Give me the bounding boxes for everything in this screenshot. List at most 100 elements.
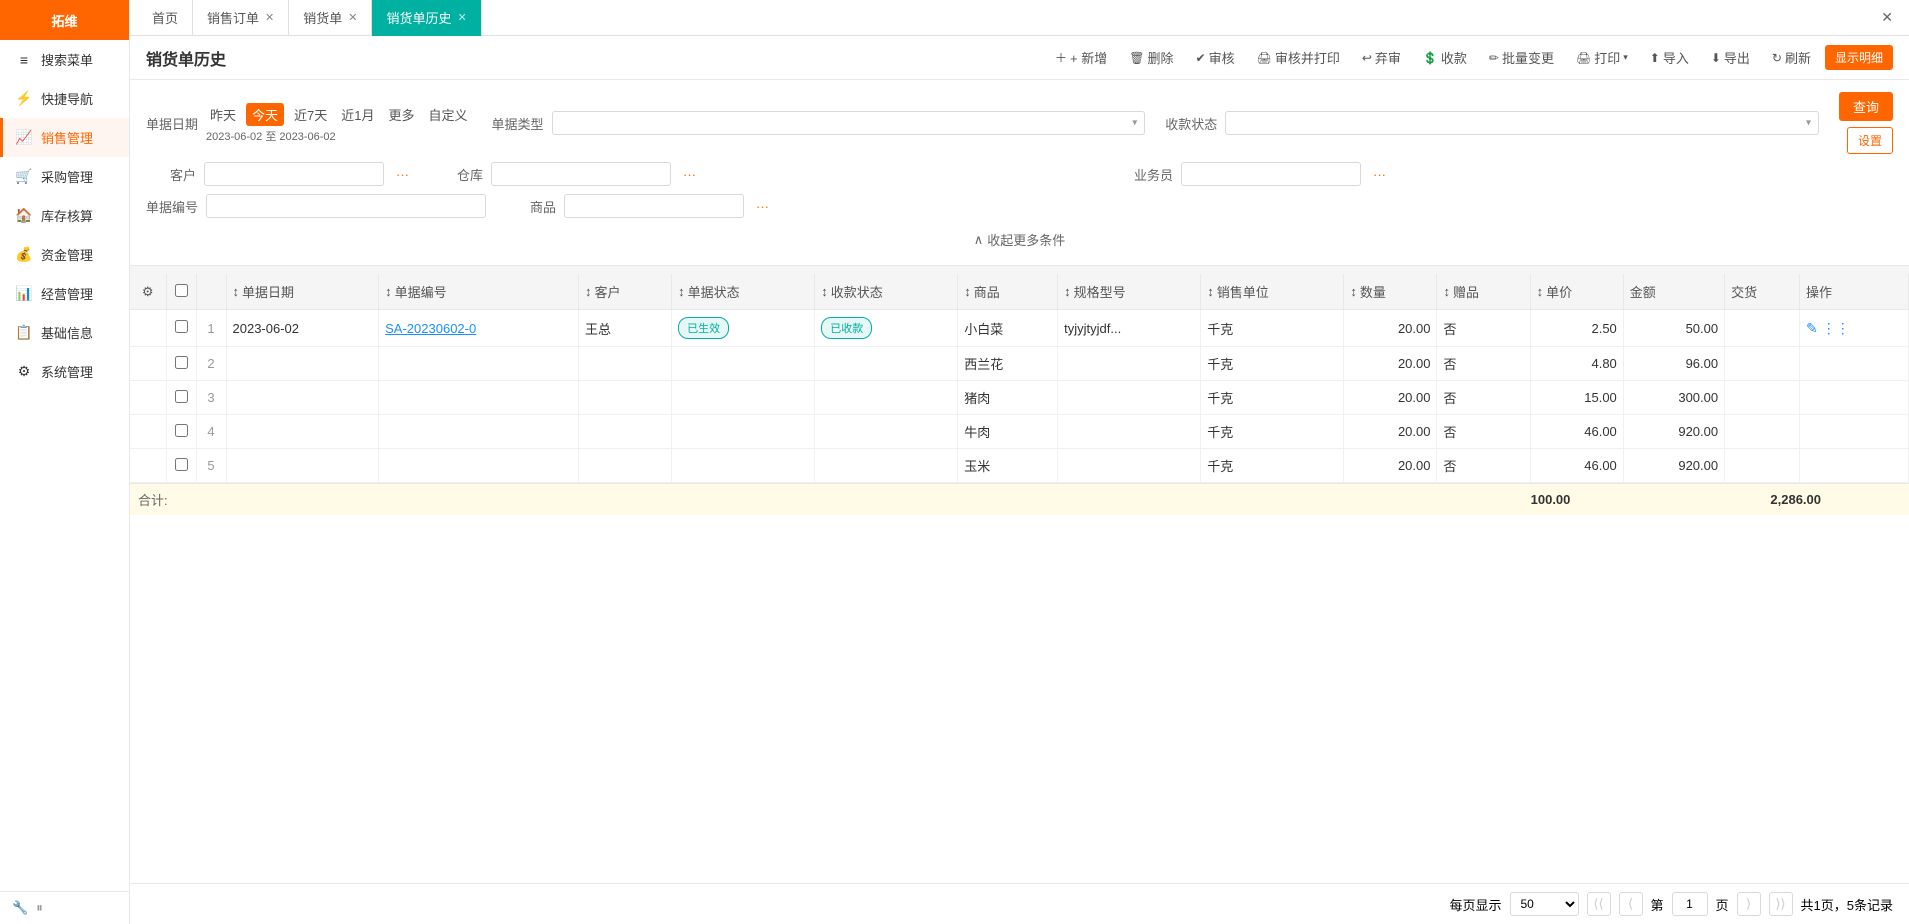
customer-input[interactable]: [204, 162, 384, 186]
date-shortcut-1month[interactable]: 近1月: [337, 103, 378, 126]
tab-close-sales-order[interactable]: ✕: [265, 11, 274, 24]
tab-sales-order[interactable]: 销售订单 ✕: [193, 0, 289, 36]
edit-op-btn[interactable]: ✎: [1806, 320, 1818, 337]
import-button[interactable]: ⬆ 导入: [1642, 44, 1697, 71]
date-shortcut-custom[interactable]: 自定义: [425, 103, 472, 126]
row-doc-no[interactable]: [379, 449, 579, 483]
collapse-button[interactable]: ∧ 收起更多条件: [146, 226, 1893, 253]
sidebar-item-quick-nav[interactable]: ⚡ 快捷导航: [0, 79, 129, 118]
page-first-button[interactable]: ⟨⟨: [1587, 892, 1611, 916]
export-button[interactable]: ⬇ 导出: [1703, 44, 1758, 71]
footer-total-qty: 100.00: [1531, 492, 1571, 507]
row-doc-no[interactable]: [379, 347, 579, 381]
salesperson-picker-icon[interactable]: ···: [1369, 167, 1390, 182]
row-checkbox-cell[interactable]: [166, 347, 196, 381]
warehouse-input[interactable]: [491, 162, 671, 186]
sidebar-item-inventory[interactable]: 🏠 库存核算: [0, 196, 129, 235]
goods-picker-icon[interactable]: ···: [752, 199, 773, 214]
row-doc-no[interactable]: [379, 381, 579, 415]
row-checkbox[interactable]: [175, 320, 188, 333]
select-all-checkbox[interactable]: [175, 284, 188, 297]
print-button[interactable]: 🖨 打印 ▾: [1568, 44, 1636, 71]
sidebar-item-sys-mgmt[interactable]: ⚙ 系统管理: [0, 352, 129, 391]
col-date[interactable]: ↕ 单据日期: [226, 274, 379, 310]
date-shortcut-7days[interactable]: 近7天: [290, 103, 331, 126]
col-goods[interactable]: ↕ 商品: [958, 274, 1058, 310]
page-input[interactable]: 1: [1672, 892, 1708, 916]
collect-status-select[interactable]: [1225, 111, 1819, 135]
tab-sales-delivery[interactable]: 销货单 ✕: [289, 0, 372, 36]
date-shortcut-today[interactable]: 今天: [246, 103, 284, 126]
doc-no-link[interactable]: SA-20230602-0: [385, 321, 476, 336]
sidebar-item-ops-mgmt[interactable]: 📊 经营管理: [0, 274, 129, 313]
row-customer: [578, 347, 671, 381]
sidebar-item-search-menu[interactable]: ≡ 搜索菜单: [0, 40, 129, 79]
row-checkbox-cell[interactable]: [166, 449, 196, 483]
row-checkbox[interactable]: [175, 424, 188, 437]
sidebar-bottom-icon1[interactable]: 🔧: [12, 900, 28, 916]
audit-button[interactable]: ✔ 审核: [1188, 44, 1243, 71]
doc-type-select[interactable]: [552, 111, 1146, 135]
set-button[interactable]: 设置: [1847, 127, 1893, 154]
row-delivery: [1725, 449, 1800, 483]
tab-close-sales-delivery[interactable]: ✕: [348, 11, 357, 24]
goods-input[interactable]: [564, 194, 744, 218]
sidebar-bottom-icon2[interactable]: ⏸: [36, 900, 43, 916]
tab-home[interactable]: 首页: [138, 0, 193, 36]
row-doc-no[interactable]: [379, 415, 579, 449]
tab-close-all[interactable]: ✕: [1873, 9, 1901, 26]
col-price[interactable]: ↕ 单价: [1530, 274, 1623, 310]
query-button[interactable]: 查询: [1839, 92, 1893, 121]
tab-sales-history[interactable]: 销货单历史 ✕: [372, 0, 481, 36]
col-customer[interactable]: ↕ 客户: [578, 274, 671, 310]
page-next-button[interactable]: ⟩: [1737, 892, 1761, 916]
row-goods: 玉米: [958, 449, 1058, 483]
per-page-select[interactable]: 50 100 200: [1510, 892, 1579, 916]
settings-icon[interactable]: ⚙: [142, 284, 154, 299]
row-spec: [1058, 381, 1201, 415]
refresh-button[interactable]: ↻ 刷新: [1764, 44, 1819, 71]
date-shortcut-yesterday[interactable]: 昨天: [206, 103, 240, 126]
sidebar-item-basic-info[interactable]: 📋 基础信息: [0, 313, 129, 352]
col-doc-no[interactable]: ↕ 单据编号: [379, 274, 579, 310]
sidebar-item-sales-mgmt[interactable]: 📈 销售管理: [0, 118, 129, 157]
collect-status-badge: 已收款: [821, 317, 872, 339]
date-shortcuts: 昨天 今天 近7天 近1月 更多 自定义 2023-06-02 至 2023-0…: [206, 103, 472, 144]
main-content: 首页 销售订单 ✕ 销货单 ✕ 销货单历史 ✕ ✕ 销货单历史 ＋ + 新增: [130, 0, 1909, 924]
row-checkbox-cell[interactable]: [166, 381, 196, 415]
col-unit[interactable]: ↕ 销售单位: [1201, 274, 1344, 310]
delete-button[interactable]: 🗑 删除: [1121, 44, 1181, 71]
row-checkbox-cell[interactable]: [166, 310, 196, 347]
row-checkbox[interactable]: [175, 356, 188, 369]
doc-no-input[interactable]: [206, 194, 486, 218]
row-doc-no[interactable]: SA-20230602-0: [379, 310, 579, 347]
collect-button[interactable]: 💲 收款: [1415, 44, 1475, 71]
sidebar-item-purchase-mgmt[interactable]: 🛒 采购管理: [0, 157, 129, 196]
tab-close-sales-history[interactable]: ✕: [458, 11, 467, 24]
display-detail-button[interactable]: 显示明细: [1825, 45, 1893, 70]
col-qty[interactable]: ↕ 数量: [1344, 274, 1437, 310]
customer-picker-icon[interactable]: ···: [392, 167, 413, 182]
new-button[interactable]: ＋ + 新增: [1047, 44, 1115, 71]
row-checkbox[interactable]: [175, 390, 188, 403]
page-prev-button[interactable]: ⟨: [1619, 892, 1643, 916]
abandon-button[interactable]: ↩ 弃审: [1354, 44, 1409, 71]
date-shortcut-more[interactable]: 更多: [385, 103, 419, 126]
batch-change-button[interactable]: ✏ 批量变更: [1481, 44, 1562, 71]
doc-type-select-wrapper: [552, 111, 1146, 135]
audit-print-button[interactable]: 🖨 审核并打印: [1249, 44, 1348, 71]
filter-group-warehouse: 仓库 ···: [433, 162, 1103, 186]
row-checkbox-cell[interactable]: [166, 415, 196, 449]
more-op-btn[interactable]: ⋮⋮: [1822, 320, 1850, 337]
row-checkbox[interactable]: [175, 458, 188, 471]
col-gift[interactable]: ↕ 赠品: [1437, 274, 1530, 310]
sidebar-item-finance[interactable]: 💰 资金管理: [0, 235, 129, 274]
col-settings[interactable]: ⚙: [130, 274, 166, 310]
col-collect-status[interactable]: ↕ 收款状态: [815, 274, 958, 310]
col-spec[interactable]: ↕ 规格型号: [1058, 274, 1201, 310]
warehouse-picker-icon[interactable]: ···: [679, 167, 700, 182]
col-checkbox[interactable]: [166, 274, 196, 310]
page-last-button[interactable]: ⟩⟩: [1769, 892, 1793, 916]
col-doc-status[interactable]: ↕ 单据状态: [672, 274, 815, 310]
salesperson-input[interactable]: [1181, 162, 1361, 186]
